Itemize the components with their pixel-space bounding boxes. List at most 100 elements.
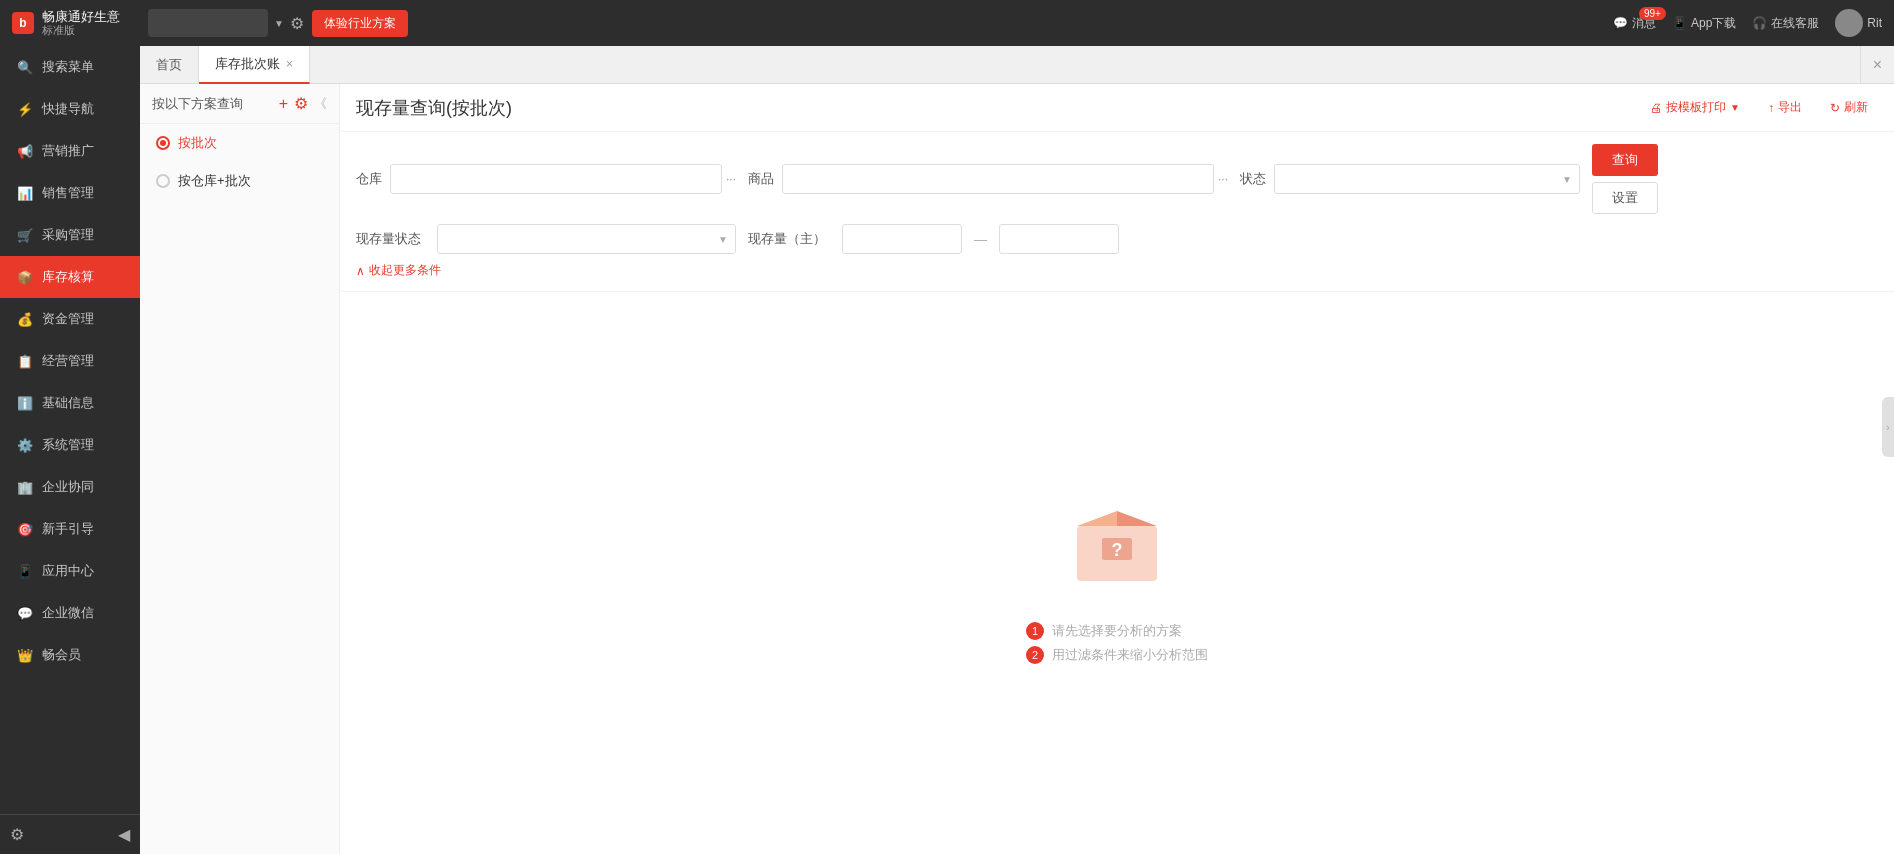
tabbar: 首页库存批次账× × [140, 46, 1894, 84]
refresh-button[interactable]: ↻ 刷新 [1820, 94, 1878, 121]
online-service-label: 在线客服 [1771, 15, 1819, 32]
sidebar-item-member[interactable]: 👑 畅会员 [0, 634, 140, 676]
user-avatar-area[interactable]: Rit [1835, 9, 1882, 37]
sidebar-item-quick-nav[interactable]: ⚡快捷导航 [0, 88, 140, 130]
phone-icon: 📱 [1672, 16, 1687, 30]
sidebar-label-finance: 资金管理 [42, 310, 94, 328]
refresh-label: 刷新 [1844, 99, 1868, 116]
right-edge-handle[interactable]: › [1882, 397, 1894, 457]
app-edition: 标准版 [42, 24, 120, 37]
page-actions: 🖨 按模板打印 ▼ ↑ 导出 ↻ 刷新 [1640, 94, 1878, 121]
sidebar-icon-search-menu: 🔍 [16, 58, 34, 76]
sidebar-item-purchase[interactable]: 🛒采购管理 [0, 214, 140, 256]
sidebar-item-guide[interactable]: 🎯新手引导 [0, 508, 140, 550]
product-more-icon[interactable]: ··· [1218, 172, 1228, 186]
left-panel-collapse-button[interactable]: 《 [314, 95, 327, 113]
tab-inventory-batch[interactable]: 库存批次账× [199, 46, 310, 84]
sidebar-label-purchase: 采购管理 [42, 226, 94, 244]
export-button[interactable]: ↑ 导出 [1758, 94, 1812, 121]
tab-home[interactable]: 首页 [140, 46, 199, 84]
inventory-qty-filter: 现存量（主） — [748, 224, 1128, 254]
query-button[interactable]: 查询 [1592, 144, 1658, 176]
right-panel: 现存量查询(按批次) 🖨 按模板打印 ▼ ↑ 导出 ↻ [340, 84, 1894, 854]
sidebar-item-inventory[interactable]: 📦库存核算 [0, 256, 140, 298]
status-select[interactable] [1274, 164, 1580, 194]
template-print-button[interactable]: 🖨 按模板打印 ▼ [1640, 94, 1750, 121]
inventory-qty-max-input[interactable] [999, 224, 1119, 254]
left-panel-title: 按以下方案查询 [152, 95, 243, 113]
step-number-1: 1 [1026, 622, 1044, 640]
add-scheme-button[interactable]: + [279, 95, 288, 113]
sidebar-icon-operations: 📋 [16, 352, 34, 370]
page-content: 按以下方案查询 + ⚙ 《 按批次按仓库+批次 现存量查询(按批次) � [140, 84, 1894, 854]
warehouse-more-icon[interactable]: ··· [726, 172, 736, 186]
sidebar-item-enterprise-wechat[interactable]: 💬企业微信 [0, 592, 140, 634]
topbar-gear-icon[interactable]: ⚙ [290, 14, 304, 33]
messages-button[interactable]: 💬 消息 99+ [1613, 15, 1656, 32]
collapse-label: 收起更多条件 [369, 262, 441, 279]
sidebar-icon-marketing: 📢 [16, 142, 34, 160]
left-panel: 按以下方案查询 + ⚙ 《 按批次按仓库+批次 [140, 84, 340, 854]
dash-separator: — [974, 232, 987, 247]
empty-steps-list: 1请先选择要分析的方案 2用过滤条件来缩小分析范围 [1026, 622, 1208, 664]
sidebar-item-sales[interactable]: 📊销售管理 [0, 172, 140, 214]
status-filter: 状态 ▼ [1240, 164, 1580, 194]
sidebar-icon-system: ⚙️ [16, 436, 34, 454]
product-filter: 商品 ··· [748, 164, 1228, 194]
settings-button[interactable]: 设置 [1592, 182, 1658, 214]
sidebar-item-finance[interactable]: 💰资金管理 [0, 298, 140, 340]
sidebar-icon-sales: 📊 [16, 184, 34, 202]
sidebar-label-system: 系统管理 [42, 436, 94, 454]
warehouse-input[interactable] [390, 164, 722, 194]
scheme-item-by-warehouse-batch[interactable]: 按仓库+批次 [140, 162, 339, 200]
sidebar-item-basic-info[interactable]: ℹ️基础信息 [0, 382, 140, 424]
warehouse-label: 仓库 [356, 170, 382, 188]
print-dropdown-arrow[interactable]: ▼ [1730, 102, 1740, 113]
page-close-button[interactable]: × [1860, 46, 1894, 84]
inventory-status-select[interactable] [437, 224, 736, 254]
sidebar-label-member: 畅会员 [42, 646, 81, 664]
collapse-sidebar-icon[interactable]: ◀ [118, 825, 130, 844]
tab-close-inventory-batch[interactable]: × [286, 57, 293, 71]
messages-badge: 99+ [1639, 7, 1666, 20]
settings-icon[interactable]: ⚙ [10, 825, 24, 844]
sidebar-item-operations[interactable]: 📋经营管理 [0, 340, 140, 382]
sidebar-label-enterprise: 企业协同 [42, 478, 94, 496]
topbar-search-input[interactable] [148, 9, 268, 37]
headset-icon: 🎧 [1752, 16, 1767, 30]
svg-text:?: ? [1112, 540, 1123, 560]
sidebar-label-enterprise-wechat: 企业微信 [42, 604, 94, 622]
radio-active-by-batch [156, 136, 170, 150]
trial-button[interactable]: 体验行业方案 [312, 10, 408, 37]
product-label: 商品 [748, 170, 774, 188]
filter-row-2: 现存量状态 ▼ 现存量（主） — [356, 224, 1878, 254]
app-logo: b [12, 12, 34, 34]
sidebar-item-search-menu[interactable]: 🔍搜索菜单 [0, 46, 140, 88]
product-input[interactable] [782, 164, 1214, 194]
empty-step-1: 1请先选择要分析的方案 [1026, 622, 1208, 640]
app-download-button[interactable]: 📱 App下载 [1672, 15, 1736, 32]
inventory-status-filter: 现存量状态 ▼ [356, 224, 736, 254]
sidebar-item-enterprise[interactable]: 🏢 企业协同 [0, 466, 140, 508]
template-print-label: 按模板打印 [1666, 99, 1726, 116]
sidebar-bottom: ⚙ ◀ [0, 814, 140, 854]
search-dropdown-arrow[interactable]: ▼ [274, 18, 284, 29]
sidebar-label-quick-nav: 快捷导航 [42, 100, 94, 118]
online-service-button[interactable]: 🎧 在线客服 [1752, 15, 1819, 32]
scheme-settings-button[interactable]: ⚙ [294, 94, 308, 113]
sidebar-icon-enterprise: 🏢 [16, 478, 34, 496]
avatar [1835, 9, 1863, 37]
radio-inactive-by-warehouse-batch [156, 174, 170, 188]
sidebar-icon-app-center: 📱 [16, 562, 34, 580]
left-panel-header: 按以下方案查询 + ⚙ 《 [140, 84, 339, 124]
refresh-icon: ↻ [1830, 101, 1840, 115]
sidebar-item-marketing[interactable]: 📢营销推广 [0, 130, 140, 172]
sidebar-item-app-center[interactable]: 📱应用中心 [0, 550, 140, 592]
empty-step-2: 2用过滤条件来缩小分析范围 [1026, 646, 1208, 664]
scheme-item-by-batch[interactable]: 按批次 [140, 124, 339, 162]
inventory-qty-min-input[interactable] [842, 224, 962, 254]
sidebar-icon-member: 👑 [16, 646, 34, 664]
sidebar-item-system[interactable]: ⚙️ 系统管理 [0, 424, 140, 466]
collapse-filter-button[interactable]: ∧ 收起更多条件 [356, 262, 1878, 279]
sidebar-icon-inventory: 📦 [16, 268, 34, 286]
